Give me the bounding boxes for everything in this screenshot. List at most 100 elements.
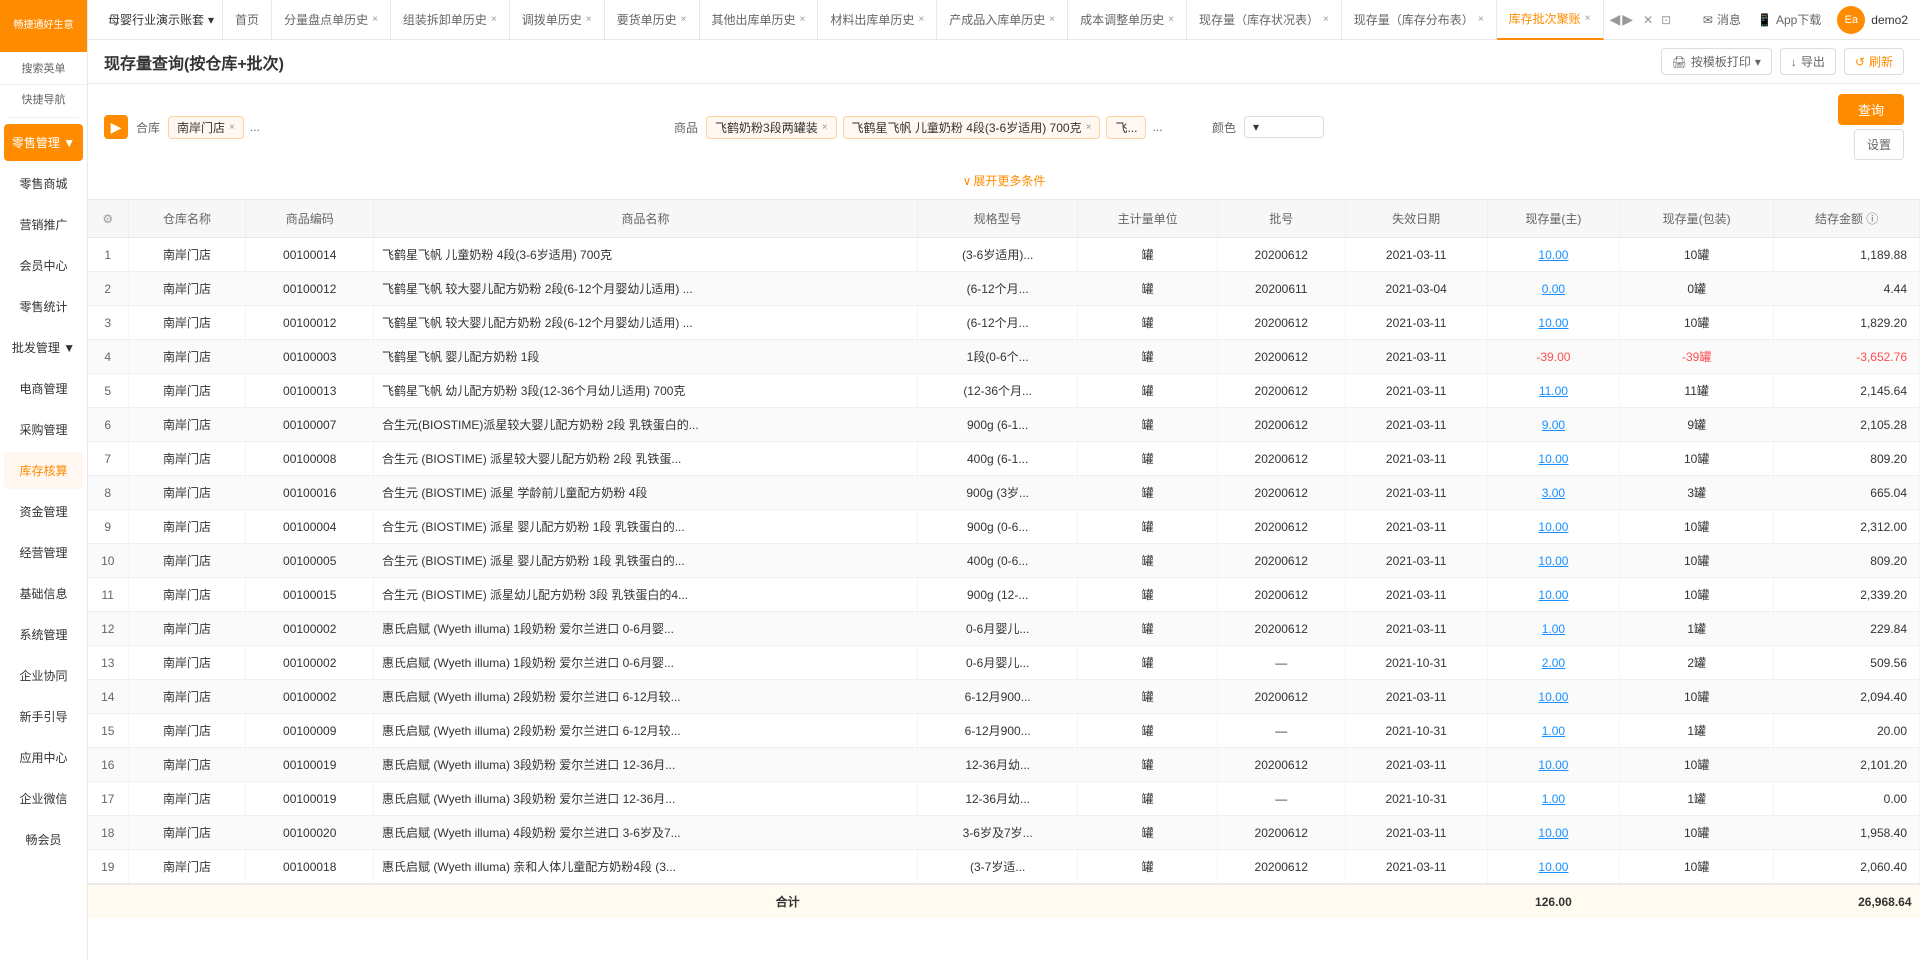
col-qty-pkg: 现存量(包装) [1620,200,1774,238]
sidebar-search[interactable]: 搜索英单 [0,52,87,85]
cell-qty-main[interactable]: 9.00 [1487,408,1619,442]
refresh-button[interactable]: ↺ 刷新 [1844,48,1904,75]
tab-close-yaohuo[interactable]: × [681,14,687,25]
tab-close-chengben[interactable]: × [1168,14,1174,25]
warehouse-select[interactable]: 母婴行业演示账套 ▾ [100,0,223,40]
cell-unit: 罐 [1078,748,1218,782]
sidebar-item-retail-shop[interactable]: 零售商城 [4,165,83,202]
sidebar-item-member2[interactable]: 畅会员 [4,821,83,858]
cell-unit: 罐 [1078,238,1218,272]
tab-close-cailiao[interactable]: × [918,14,924,25]
export-button[interactable]: ↓ 导出 [1780,48,1836,75]
tab-next-icon[interactable]: ▶ [1622,11,1633,28]
expand-conditions-button[interactable]: ∨ 展开更多条件 [963,172,1046,189]
gear-icon[interactable]: ⚙ [102,212,113,226]
tab-close-xianzun1[interactable]: × [1323,14,1329,25]
cell-qty-main[interactable]: 1.00 [1487,612,1619,646]
warehouse-more[interactable]: ... [250,120,260,134]
cell-qty-main[interactable]: 10.00 [1487,748,1619,782]
product-tag2-close[interactable]: × [1086,122,1092,133]
sidebar-item-member[interactable]: 会员中心 [4,247,83,284]
tab-close-chengpin[interactable]: × [1049,14,1055,25]
data-table: ⚙ 仓库名称 商品编码 商品名称 规格型号 主计量单位 批号 失效日期 现存量(… [88,200,1920,918]
tab-prev-icon[interactable]: ◀ [1610,11,1621,28]
cell-batch: 20200612 [1217,510,1345,544]
tab-cailiao[interactable]: 材料出库单历史 × [818,0,937,40]
tab-qitachu[interactable]: 其他出库单历史 × [700,0,819,40]
cell-qty-main[interactable]: 10.00 [1487,306,1619,340]
cell-qty-main[interactable]: 1.00 [1487,782,1619,816]
cell-amount: 809.20 [1774,544,1920,578]
cell-qty-main[interactable]: 1.00 [1487,714,1619,748]
cell-unit: 罐 [1078,782,1218,816]
tab-close-qitachu[interactable]: × [800,14,806,25]
product-ellipsis[interactable]: ... [1152,120,1162,134]
sidebar-item-purchase[interactable]: 采购管理 [4,411,83,448]
sidebar-item-ecommerce[interactable]: 电商管理 [4,370,83,407]
cell-batch: 20200612 [1217,306,1345,340]
tab-chengpin[interactable]: 产成品入库单历史 × [937,0,1068,40]
cell-unit: 罐 [1078,510,1218,544]
cell-qty-main: -39.00 [1487,340,1619,374]
cell-qty-main[interactable]: 10.00 [1487,544,1619,578]
sidebar-item-guide[interactable]: 新手引导 [4,698,83,735]
cell-qty-main[interactable]: 10.00 [1487,238,1619,272]
sidebar-item-wechat[interactable]: 企业微信 [4,780,83,817]
sidebar-quicknav[interactable]: 快捷导航 [0,85,87,113]
message-button[interactable]: ✉ 消息 [1703,11,1741,28]
sidebar-item-apps[interactable]: 应用中心 [4,739,83,776]
cell-qty-main[interactable]: 2.00 [1487,646,1619,680]
cell-qty-main[interactable]: 10.00 [1487,442,1619,476]
sidebar-item-system[interactable]: 系统管理 [4,616,83,653]
cell-qty-main[interactable]: 10.00 [1487,578,1619,612]
tab-close-all-icon[interactable]: ✕ [1639,13,1657,27]
tab-home[interactable]: 首页 [223,0,272,40]
tab-maximize-icon[interactable]: ⊡ [1657,13,1675,27]
tab-pici[interactable]: 库存批次聚账 × [1497,0,1604,40]
tab-close-xianzun2[interactable]: × [1478,14,1484,25]
sidebar-item-marketing[interactable]: 营销推广 [4,206,83,243]
warehouse-tag-close[interactable]: × [229,122,235,133]
sidebar-item-wholesale[interactable]: 批发管理 ▼ [4,329,83,366]
sidebar-item-basic[interactable]: 基础信息 [4,575,83,612]
sidebar-item-retail-stat[interactable]: 零售统计 [4,288,83,325]
sidebar-item-operation[interactable]: 经营管理 [4,534,83,571]
tab-xianzun2[interactable]: 现存量（库存分布表） × [1342,0,1497,40]
printer-icon: 🖨 [1672,55,1687,69]
tab-fenbu[interactable]: 分量盘点单历史 × [272,0,391,40]
tab-xianzun1[interactable]: 现存量（库存状况表） × [1187,0,1342,40]
settings-button[interactable]: 设置 [1854,129,1904,160]
cell-qty-main[interactable]: 11.00 [1487,374,1619,408]
query-button[interactable]: 查询 [1838,94,1904,125]
tab-close-tiaopan[interactable]: × [586,14,592,25]
cell-qty-main[interactable]: 10.00 [1487,680,1619,714]
cell-qty-pkg: 10罐 [1620,816,1774,850]
cell-qty-main[interactable]: 10.00 [1487,510,1619,544]
filter-nav-button[interactable]: ▶ [104,115,128,139]
table-row: 9 南岸门店 00100004 合生元 (BIOSTIME) 派星 婴儿配方奶粉… [88,510,1920,544]
sidebar-item-retail[interactable]: 零售管理 ▼ [4,124,83,161]
cell-name: 惠氏启赋 (Wyeth illuma) 3段奶粉 爱尔兰进口 12-36月... [374,782,918,816]
cell-unit: 罐 [1078,544,1218,578]
tab-close-fenbu[interactable]: × [372,14,378,25]
tab-chengben[interactable]: 成本调整单历史 × [1068,0,1187,40]
user-area[interactable]: Ea demo2 [1837,6,1908,34]
tab-tiaopan[interactable]: 调拨单历史 × [510,0,605,40]
cell-no: 3 [88,306,128,340]
tab-close-zuche[interactable]: × [491,14,497,25]
sidebar-item-enterprise[interactable]: 企业协同 [4,657,83,694]
template-print-button[interactable]: 🖨 按模板打印 ▾ [1661,48,1772,75]
color-filter-select[interactable]: ▾ [1244,116,1324,138]
tab-yaohuo[interactable]: 要货单历史 × [605,0,700,40]
cell-qty-main[interactable]: 10.00 [1487,816,1619,850]
col-unit: 主计量单位 [1078,200,1218,238]
cell-qty-main[interactable]: 10.00 [1487,850,1619,885]
tab-zuche[interactable]: 组装拆卸单历史 × [391,0,510,40]
product-tag1-close[interactable]: × [822,122,828,133]
app-download-button[interactable]: 📱 App下载 [1757,11,1821,28]
sidebar-item-finance[interactable]: 资金管理 [4,493,83,530]
cell-qty-main[interactable]: 0.00 [1487,272,1619,306]
sidebar-item-inventory[interactable]: 库存核算 [4,452,83,489]
tab-close-pici[interactable]: × [1585,13,1591,24]
cell-qty-main[interactable]: 3.00 [1487,476,1619,510]
